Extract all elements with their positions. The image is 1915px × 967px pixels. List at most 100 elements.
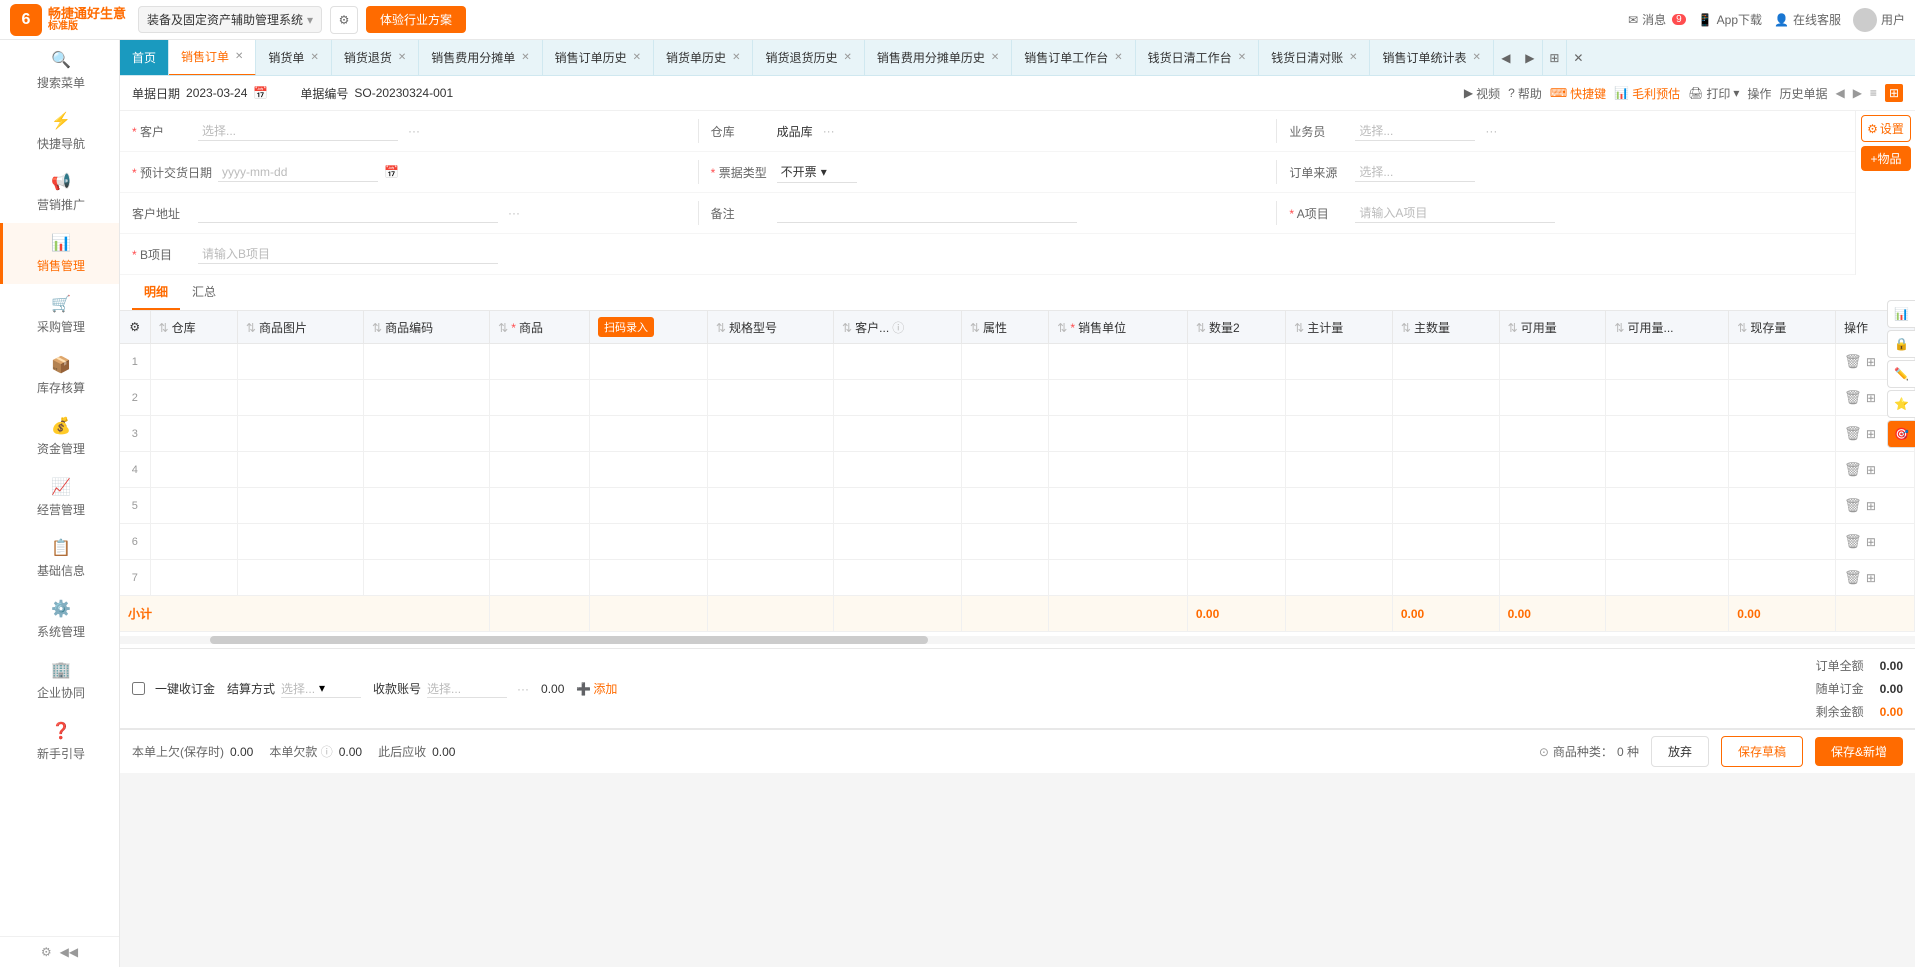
row-4-qty2[interactable] xyxy=(1187,452,1285,488)
info-icon[interactable]: ⓘ xyxy=(321,745,333,759)
row-3-spec[interactable] xyxy=(707,416,833,452)
row-4-product-image[interactable] xyxy=(237,452,363,488)
tab-cash-workbench[interactable]: 钱货日清工作台 ✕ xyxy=(1136,40,1259,76)
row-7-main-qty[interactable] xyxy=(1392,560,1499,596)
tab-fee-history[interactable]: 销售费用分摊单历史 ✕ xyxy=(865,40,1012,76)
row-2-main-qty[interactable] xyxy=(1392,380,1499,416)
row-4-product-code[interactable] xyxy=(364,452,490,488)
tab-close-sales-return[interactable]: ✕ xyxy=(310,52,318,63)
row-6-delete-btn[interactable]: 🗑 xyxy=(1844,533,1862,550)
row-2-sales-unit[interactable] xyxy=(1049,380,1188,416)
row-5-warehouse[interactable] xyxy=(150,488,237,524)
sidebar-item-marketing[interactable]: 📢 营销推广 xyxy=(0,162,119,223)
row-6-sales-unit[interactable] xyxy=(1049,524,1188,560)
row-5-spec[interactable] xyxy=(707,488,833,524)
row-6-product[interactable] xyxy=(490,524,590,560)
row-3-product-image[interactable] xyxy=(237,416,363,452)
table-tab-detail[interactable]: 明细 xyxy=(132,275,180,310)
row-3-attr[interactable] xyxy=(961,416,1048,452)
warehouse-more-icon[interactable]: ··· xyxy=(823,124,835,138)
row-1-attr[interactable] xyxy=(961,344,1048,380)
row-2-qty2[interactable] xyxy=(1187,380,1285,416)
tab-close-order-history[interactable]: ✕ xyxy=(633,52,641,63)
widget-edit-btn[interactable]: ✏️ xyxy=(1887,360,1915,388)
info-icon[interactable]: ⓘ xyxy=(892,321,904,335)
settle-method-select[interactable]: 选择... ▾ xyxy=(281,680,361,698)
row-2-current-stock[interactable] xyxy=(1729,380,1836,416)
sort-icon[interactable]: ⇅ xyxy=(159,321,169,335)
row-7-spec[interactable] xyxy=(707,560,833,596)
widget-star-btn[interactable]: ⭐ xyxy=(1887,390,1915,418)
app-download-button[interactable]: 📱 App下载 xyxy=(1698,11,1762,28)
tab-close-return-history[interactable]: ✕ xyxy=(732,52,740,63)
sidebar-item-system[interactable]: ⚙️ 系统管理 xyxy=(0,589,119,650)
system-selector[interactable]: 装备及固定资产辅助管理系统 ▾ xyxy=(138,6,322,33)
tab-close-all[interactable]: ✕ xyxy=(1566,40,1590,76)
tab-close-order-workbench[interactable]: ✕ xyxy=(1114,52,1122,63)
customer-address-input[interactable] xyxy=(198,204,498,223)
row-5-available2[interactable] xyxy=(1606,488,1729,524)
ticket-type-select[interactable]: 不开票 ▾ xyxy=(777,161,857,183)
settings-button[interactable]: ⚙ 设置 xyxy=(1861,115,1911,142)
row-4-spec[interactable] xyxy=(707,452,833,488)
row-6-current-stock[interactable] xyxy=(1729,524,1836,560)
sort-icon[interactable]: ⇅ xyxy=(1057,321,1067,335)
row-6-product-code[interactable] xyxy=(364,524,490,560)
row-7-customer-ref[interactable] xyxy=(834,560,962,596)
row-7-delete-btn[interactable]: 🗑 xyxy=(1844,569,1862,586)
sort-icon[interactable]: ⇅ xyxy=(498,321,508,335)
tab-order-stats[interactable]: 销售订单统计表 ✕ xyxy=(1370,40,1493,76)
tab-nav-left[interactable]: ◀ xyxy=(1494,40,1518,76)
row-1-delete-btn[interactable]: 🗑 xyxy=(1844,353,1862,370)
sort-icon[interactable]: ⇅ xyxy=(372,321,382,335)
profit-btn[interactable]: 📊 毛利预估 xyxy=(1614,85,1680,102)
row-4-main-qty[interactable] xyxy=(1392,452,1499,488)
row-4-available[interactable] xyxy=(1499,452,1606,488)
row-1-main-unit[interactable] xyxy=(1286,344,1393,380)
tab-close-cash-reconcile[interactable]: ✕ xyxy=(1349,52,1357,63)
product-kind-icon[interactable]: ⊙ xyxy=(1539,745,1549,759)
row-1-customer-ref[interactable] xyxy=(834,344,962,380)
sidebar-item-operation[interactable]: 📈 经营管理 xyxy=(0,467,119,528)
operate-btn[interactable]: 操作 xyxy=(1747,85,1771,102)
tab-sales-fee-split[interactable]: 销售费用分摊单 ✕ xyxy=(419,40,542,76)
row-7-warehouse[interactable] xyxy=(150,560,237,596)
row-2-product-image[interactable] xyxy=(237,380,363,416)
sidebar-item-purchase[interactable]: 🛒 采购管理 xyxy=(0,284,119,345)
row-5-copy-btn[interactable]: ⊞ xyxy=(1866,499,1876,513)
row-7-qty2[interactable] xyxy=(1187,560,1285,596)
row-3-current-stock[interactable] xyxy=(1729,416,1836,452)
history-btn[interactable]: 历史单据 xyxy=(1779,85,1827,102)
row-7-product-code[interactable] xyxy=(364,560,490,596)
video-btn[interactable]: ▶ 视频 xyxy=(1464,85,1500,102)
sort-icon[interactable]: ⇅ xyxy=(842,321,852,335)
row-3-product-code[interactable] xyxy=(364,416,490,452)
sidebar-item-basic-info[interactable]: 📋 基础信息 xyxy=(0,528,119,589)
row-4-copy-btn[interactable]: ⊞ xyxy=(1866,463,1876,477)
sidebar-item-search[interactable]: 🔍 搜索菜单 xyxy=(0,40,119,101)
row-5-product-code[interactable] xyxy=(364,488,490,524)
row-2-main-unit[interactable] xyxy=(1286,380,1393,416)
row-6-customer-ref[interactable] xyxy=(834,524,962,560)
row-5-product[interactable] xyxy=(490,488,590,524)
row-4-warehouse[interactable] xyxy=(150,452,237,488)
shortcut-btn[interactable]: ⌨ 快捷键 xyxy=(1550,85,1606,102)
row-4-available2[interactable] xyxy=(1606,452,1729,488)
row-3-main-unit[interactable] xyxy=(1286,416,1393,452)
row-1-available2[interactable] xyxy=(1606,344,1729,380)
delivery-calendar-icon[interactable]: 📅 xyxy=(384,165,399,179)
customer-input[interactable] xyxy=(198,122,398,141)
sort-icon[interactable]: ⇅ xyxy=(246,321,256,335)
row-1-product-image[interactable] xyxy=(237,344,363,380)
row-1-copy-btn[interactable]: ⊞ xyxy=(1866,355,1876,369)
row-1-product-code[interactable] xyxy=(364,344,490,380)
sidebar-item-quick-nav[interactable]: ⚡ 快捷导航 xyxy=(0,101,119,162)
row-5-available[interactable] xyxy=(1499,488,1606,524)
salesperson-input[interactable] xyxy=(1355,122,1475,141)
row-3-customer-ref[interactable] xyxy=(834,416,962,452)
settings-gear-button[interactable]: ⚙ xyxy=(330,6,358,34)
sidebar-item-inventory[interactable]: 📦 库存核算 xyxy=(0,345,119,406)
tab-close-fee-split[interactable]: ✕ xyxy=(521,52,529,63)
delivery-date-input[interactable] xyxy=(218,163,378,182)
row-4-attr[interactable] xyxy=(961,452,1048,488)
